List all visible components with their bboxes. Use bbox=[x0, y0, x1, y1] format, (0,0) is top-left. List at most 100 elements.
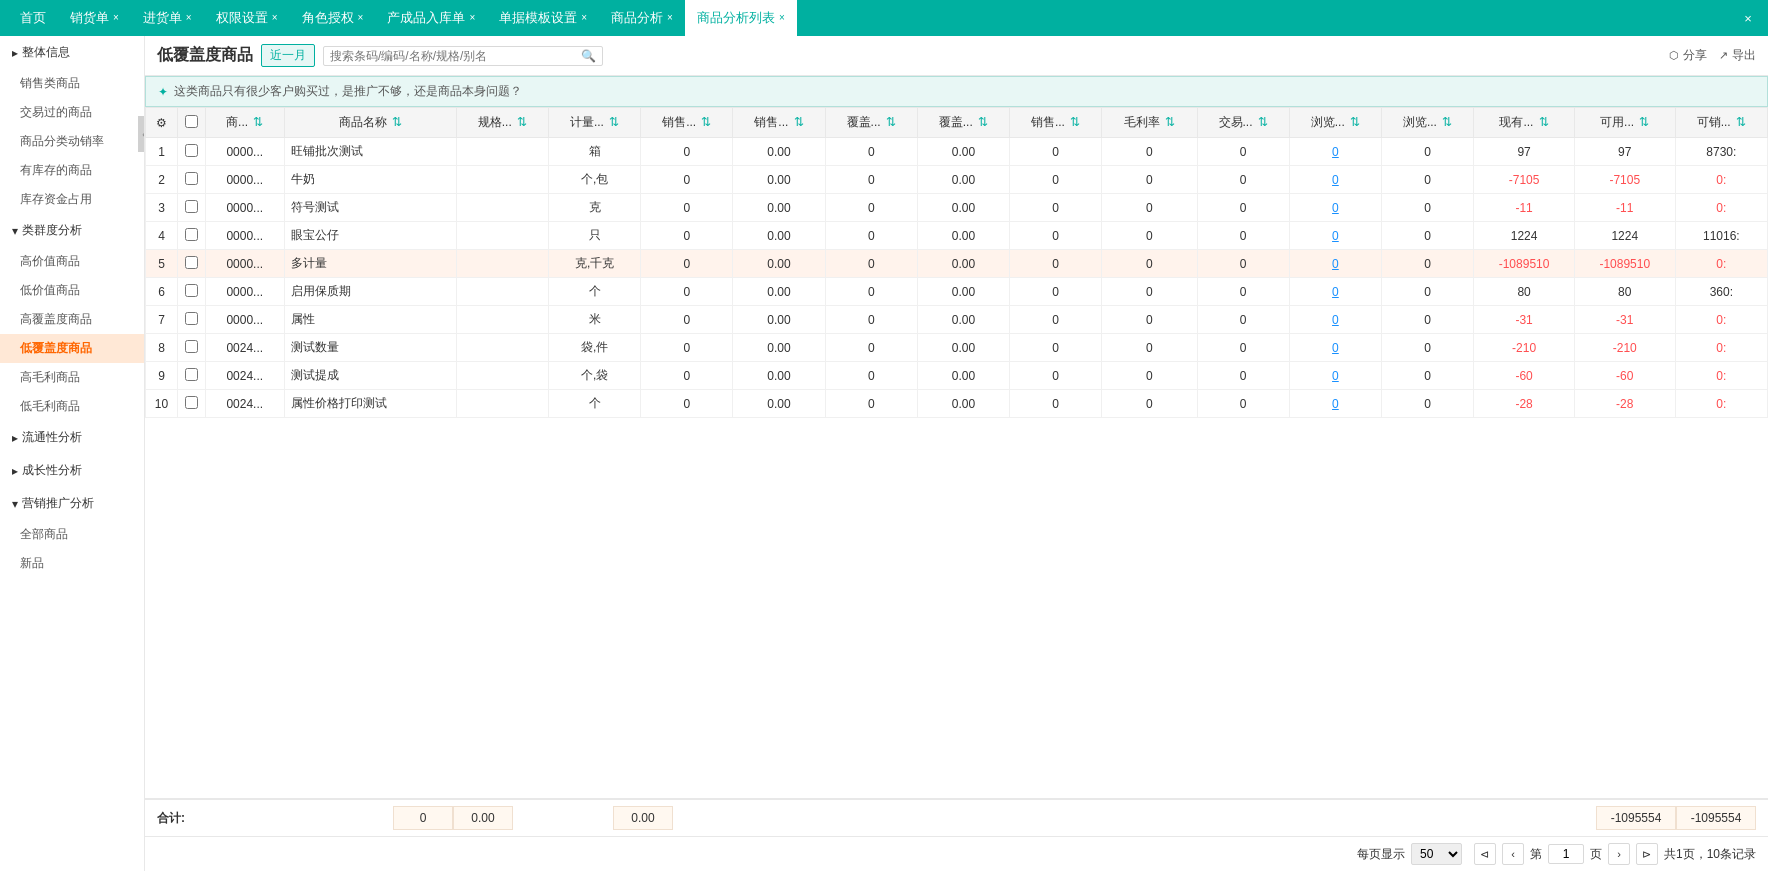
col-checkbox[interactable] bbox=[178, 108, 206, 138]
row-browse1-6[interactable]: 0 bbox=[1289, 306, 1381, 334]
sidebar-item-low-value[interactable]: 低价值商品 bbox=[0, 276, 144, 305]
row-trade-3: 0 bbox=[1197, 222, 1289, 250]
row-code-0: 0000... bbox=[206, 138, 285, 166]
sidebar-item-traded-goods[interactable]: 交易过的商品 bbox=[0, 98, 144, 127]
row-browse1-1[interactable]: 0 bbox=[1289, 166, 1381, 194]
col-sales-qty[interactable]: 销售... ⇅ bbox=[641, 108, 733, 138]
col-available[interactable]: 可用... ⇅ bbox=[1574, 108, 1675, 138]
row-checkbox-0[interactable] bbox=[178, 138, 206, 166]
row-checkbox-6[interactable] bbox=[178, 306, 206, 334]
col-gross-rate[interactable]: 毛利率 ⇅ bbox=[1102, 108, 1197, 138]
sidebar-item-sales-goods[interactable]: 销售类商品 bbox=[0, 69, 144, 98]
nav-item-template[interactable]: 单据模板设置 × bbox=[487, 0, 599, 36]
row-cover2-6: 0.00 bbox=[917, 306, 1009, 334]
nav-item-permission[interactable]: 权限设置 × bbox=[204, 0, 290, 36]
row-cover2-5: 0.00 bbox=[917, 278, 1009, 306]
table-row: 7 0000... 属性 米 0 0.00 0 0.00 0 0 0 0 0 -… bbox=[146, 306, 1768, 334]
row-num-9: 10 bbox=[146, 390, 178, 418]
row-checkbox-9[interactable] bbox=[178, 390, 206, 418]
col-spec[interactable]: 规格... ⇅ bbox=[456, 108, 548, 138]
page-size-select[interactable]: 20 50 100 bbox=[1411, 843, 1462, 865]
col-saleable[interactable]: 可销... ⇅ bbox=[1675, 108, 1767, 138]
col-code[interactable]: 商... ⇅ bbox=[206, 108, 285, 138]
row-code-5: 0000... bbox=[206, 278, 285, 306]
last-page-button[interactable]: ⊳ bbox=[1636, 843, 1658, 865]
close-all-button[interactable]: × bbox=[1736, 6, 1760, 30]
search-icon[interactable]: 🔍 bbox=[581, 49, 596, 63]
row-available-9: -28 bbox=[1574, 390, 1675, 418]
export-button[interactable]: ↗ 导出 bbox=[1719, 47, 1756, 64]
col-unit[interactable]: 计量... ⇅ bbox=[549, 108, 641, 138]
prev-page-button[interactable]: ‹ bbox=[1502, 843, 1524, 865]
col-browse1[interactable]: 浏览... ⇅ bbox=[1289, 108, 1381, 138]
sidebar-item-all-goods[interactable]: 全部商品 bbox=[0, 520, 144, 549]
sidebar-section-marketing[interactable]: ▾ 营销推广分析 bbox=[0, 487, 144, 520]
nav-item-home[interactable]: 首页 bbox=[8, 0, 58, 36]
sidebar-section-flow[interactable]: ▸ 流通性分析 bbox=[0, 421, 144, 454]
row-checkbox-8[interactable] bbox=[178, 362, 206, 390]
row-num-5: 6 bbox=[146, 278, 178, 306]
row-saleable-7: 0: bbox=[1675, 334, 1767, 362]
col-settings[interactable]: ⚙ bbox=[146, 108, 178, 138]
search-input[interactable] bbox=[330, 49, 577, 63]
row-name-5: 启用保质期 bbox=[284, 278, 456, 306]
col-name[interactable]: 商品名称 ⇅ bbox=[284, 108, 456, 138]
sidebar-item-category-rate[interactable]: 商品分类动销率 bbox=[0, 127, 144, 156]
col-current[interactable]: 现有... ⇅ bbox=[1474, 108, 1575, 138]
sidebar-item-high-coverage[interactable]: 高覆盖度商品 bbox=[0, 305, 144, 334]
col-trade[interactable]: 交易... ⇅ bbox=[1197, 108, 1289, 138]
sidebar-section-overall[interactable]: ▸ 整体信息 bbox=[0, 36, 144, 69]
row-checkbox-1[interactable] bbox=[178, 166, 206, 194]
col-sales2[interactable]: 销售... ⇅ bbox=[1010, 108, 1102, 138]
select-all-checkbox[interactable] bbox=[185, 115, 198, 128]
sidebar-collapse-button[interactable]: « bbox=[138, 116, 145, 152]
sidebar-item-low-margin[interactable]: 低毛利商品 bbox=[0, 392, 144, 421]
page-size-label: 每页显示 bbox=[1357, 846, 1405, 863]
nav-item-role[interactable]: 角色授权 × bbox=[290, 0, 376, 36]
sidebar-item-stock-fund[interactable]: 库存资金占用 bbox=[0, 185, 144, 214]
row-sales-qty-8: 0 bbox=[641, 362, 733, 390]
row-checkbox-2[interactable] bbox=[178, 194, 206, 222]
first-page-button[interactable]: ⊲ bbox=[1474, 843, 1496, 865]
row-browse1-4[interactable]: 0 bbox=[1289, 250, 1381, 278]
col-cover2[interactable]: 覆盖... ⇅ bbox=[917, 108, 1009, 138]
row-browse1-3[interactable]: 0 bbox=[1289, 222, 1381, 250]
row-browse1-5[interactable]: 0 bbox=[1289, 278, 1381, 306]
sidebar-item-high-margin[interactable]: 高毛利商品 bbox=[0, 363, 144, 392]
nav-item-sales[interactable]: 销货单 × bbox=[58, 0, 131, 36]
total-current: -1095554 bbox=[1596, 806, 1676, 830]
sidebar-item-new-goods[interactable]: 新品 bbox=[0, 549, 144, 578]
page-input[interactable] bbox=[1548, 844, 1584, 864]
row-browse1-2[interactable]: 0 bbox=[1289, 194, 1381, 222]
col-browse2[interactable]: 浏览... ⇅ bbox=[1382, 108, 1474, 138]
sidebar-item-stocked-goods[interactable]: 有库存的商品 bbox=[0, 156, 144, 185]
sidebar-section-group[interactable]: ▾ 类群度分析 bbox=[0, 214, 144, 247]
row-checkbox-3[interactable] bbox=[178, 222, 206, 250]
row-saleable-9: 0: bbox=[1675, 390, 1767, 418]
row-checkbox-7[interactable] bbox=[178, 334, 206, 362]
row-unit-4: 克,千克 bbox=[549, 250, 641, 278]
row-code-3: 0000... bbox=[206, 222, 285, 250]
share-button[interactable]: ⬡ 分享 bbox=[1669, 47, 1707, 64]
row-browse1-7[interactable]: 0 bbox=[1289, 334, 1381, 362]
row-sales-amt-9: 0.00 bbox=[733, 390, 825, 418]
row-gross-rate-2: 0 bbox=[1102, 194, 1197, 222]
nav-item-product[interactable]: 产成品入库单 × bbox=[375, 0, 487, 36]
row-browse1-8[interactable]: 0 bbox=[1289, 362, 1381, 390]
col-sales-amt[interactable]: 销售... ⇅ bbox=[733, 108, 825, 138]
nav-item-purchase[interactable]: 进货单 × bbox=[131, 0, 204, 36]
info-banner: ✦ 这类商品只有很少客户购买过，是推广不够，还是商品本身问题？ bbox=[145, 76, 1768, 107]
col-cover1[interactable]: 覆盖... ⇅ bbox=[825, 108, 917, 138]
nav-item-analysis[interactable]: 商品分析 × bbox=[599, 0, 685, 36]
sidebar-item-high-value[interactable]: 高价值商品 bbox=[0, 247, 144, 276]
sidebar-section-growth[interactable]: ▸ 成长性分析 bbox=[0, 454, 144, 487]
row-browse1-0[interactable]: 0 bbox=[1289, 138, 1381, 166]
row-browse1-9[interactable]: 0 bbox=[1289, 390, 1381, 418]
nav-item-analysis-list[interactable]: 商品分析列表 × bbox=[685, 0, 797, 36]
date-filter-button[interactable]: 近一月 bbox=[261, 44, 315, 67]
row-checkbox-4[interactable] bbox=[178, 250, 206, 278]
row-spec-5 bbox=[456, 278, 548, 306]
sidebar-item-low-coverage[interactable]: 低覆盖度商品 bbox=[0, 334, 144, 363]
next-page-button[interactable]: › bbox=[1608, 843, 1630, 865]
row-checkbox-5[interactable] bbox=[178, 278, 206, 306]
